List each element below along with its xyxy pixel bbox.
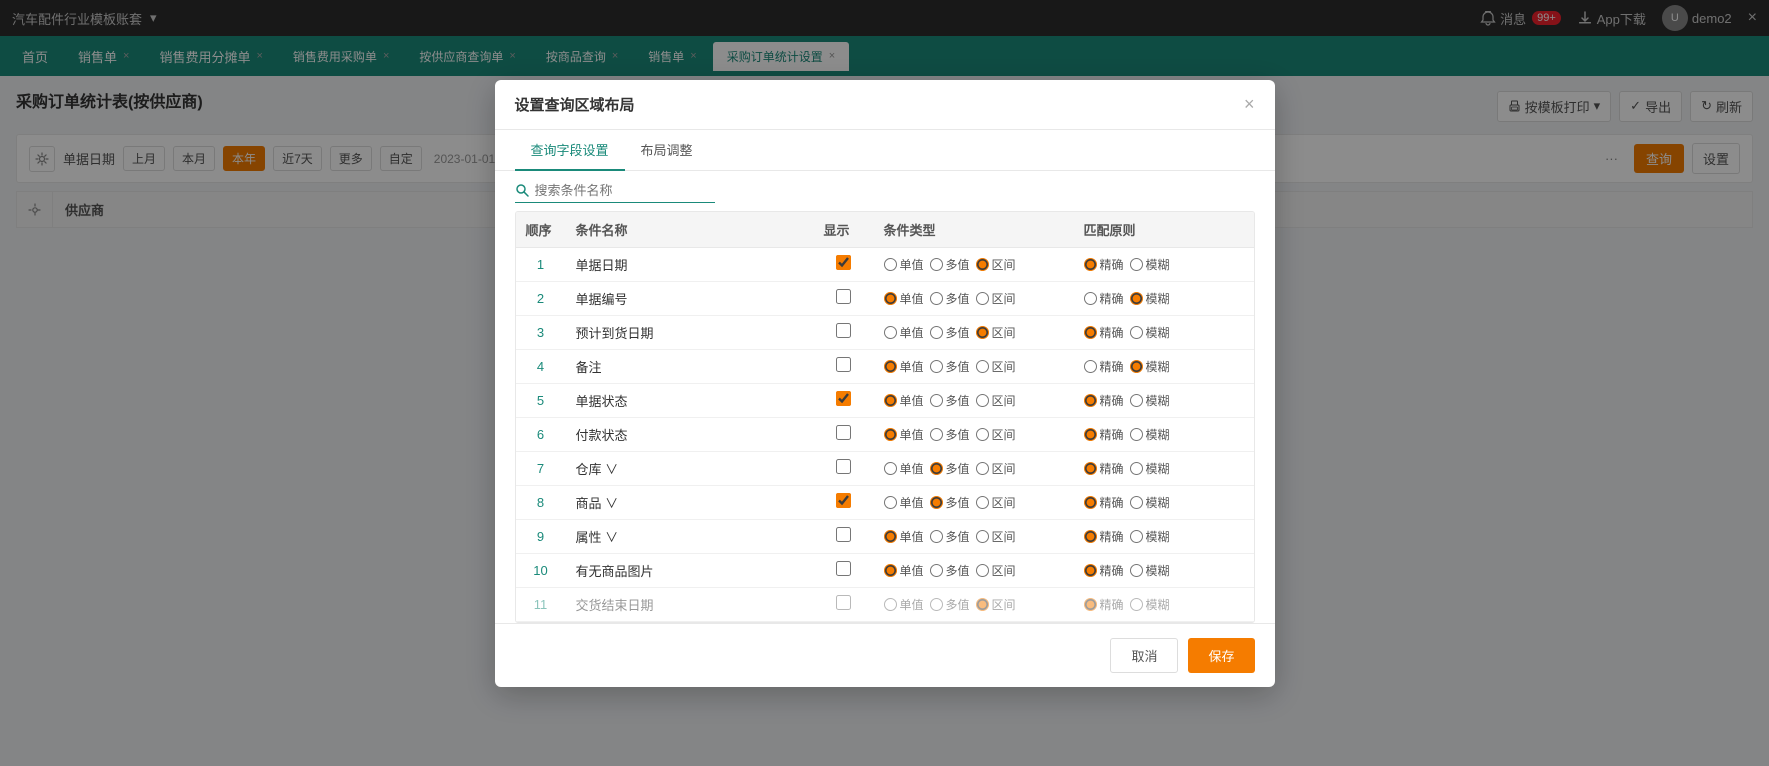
row-type-0: 单值多值区间	[874, 247, 1074, 281]
table-row: 2单据编号 单值多值区间精确模糊	[516, 281, 1254, 315]
row-match-0: 精确模糊	[1074, 247, 1254, 281]
row-show-9[interactable]	[814, 553, 874, 587]
row-name-9: 有无商品图片	[566, 553, 814, 587]
row-order-7: 8	[516, 485, 566, 519]
show-checkbox-7[interactable]	[836, 493, 851, 508]
modal-header: 设置查询区域布局 ×	[495, 80, 1275, 130]
modal-title: 设置查询区域布局	[515, 94, 635, 115]
table-row: 3预计到货日期 单值多值区间精确模糊	[516, 315, 1254, 349]
modal-tab-layout[interactable]: 布局调整	[625, 130, 709, 171]
row-name-0: 单据日期	[566, 247, 814, 281]
row-show-5[interactable]	[814, 417, 874, 451]
row-match-3: 精确模糊	[1074, 349, 1254, 383]
row-show-0[interactable]	[814, 247, 874, 281]
table-row: 4备注 单值多值区间精确模糊	[516, 349, 1254, 383]
table-row: 9属性 ∨ 单值多值区间精确模糊	[516, 519, 1254, 553]
show-checkbox-9[interactable]	[836, 561, 851, 576]
row-order-1: 2	[516, 281, 566, 315]
table-row: 8商品 ∨ 单值多值区间精确模糊	[516, 485, 1254, 519]
show-checkbox-0[interactable]	[836, 255, 851, 270]
row-name-2: 预计到货日期	[566, 315, 814, 349]
th-show: 显示	[814, 212, 874, 248]
th-type: 条件类型	[874, 212, 1074, 248]
modal-table: 顺序 条件名称 显示 条件类型 匹配原则 1单据日期单值多值区间精确模糊2单据编…	[515, 211, 1255, 623]
save-btn[interactable]: 保存	[1188, 638, 1254, 673]
show-checkbox-1[interactable]	[836, 289, 851, 304]
row-type-2: 单值多值区间	[874, 315, 1074, 349]
row-show-10[interactable]	[814, 587, 874, 621]
row-type-9: 单值多值区间	[874, 553, 1074, 587]
row-name-4: 单据状态	[566, 383, 814, 417]
row-match-4: 精确模糊	[1074, 383, 1254, 417]
show-checkbox-4[interactable]	[836, 391, 851, 406]
table-row: 10有无商品图片 单值多值区间精确模糊	[516, 553, 1254, 587]
row-type-3: 单值多值区间	[874, 349, 1074, 383]
modal-overlay: 设置查询区域布局 × 查询字段设置 布局调整	[0, 0, 1769, 766]
row-order-0: 1	[516, 247, 566, 281]
row-name-5: 付款状态	[566, 417, 814, 451]
row-type-7: 单值多值区间	[874, 485, 1074, 519]
row-show-6[interactable]	[814, 451, 874, 485]
table-row: 1单据日期 单值多值区间精确模糊	[516, 247, 1254, 281]
th-order: 顺序	[516, 212, 566, 248]
row-order-9: 10	[516, 553, 566, 587]
row-type-10: 单值多值区间	[874, 587, 1074, 621]
row-order-8: 9	[516, 519, 566, 553]
row-match-8: 精确模糊	[1074, 519, 1254, 553]
row-type-5: 单值多值区间	[874, 417, 1074, 451]
th-match: 匹配原则	[1074, 212, 1254, 248]
row-match-5: 精确模糊	[1074, 417, 1254, 451]
settings-modal: 设置查询区域布局 × 查询字段设置 布局调整	[495, 80, 1275, 687]
modal-close-btn[interactable]: ×	[1244, 94, 1255, 115]
show-checkbox-5[interactable]	[836, 425, 851, 440]
table-row: 11交货结束日期 单值多值区间精确模糊	[516, 587, 1254, 621]
search-icon	[515, 183, 529, 197]
modal-tabs: 查询字段设置 布局调整	[495, 130, 1275, 171]
table-row: 7仓库 ∨ 单值多值区间精确模糊	[516, 451, 1254, 485]
search-input[interactable]	[535, 183, 715, 198]
show-checkbox-10[interactable]	[836, 595, 851, 610]
search-box	[515, 183, 715, 203]
row-show-1[interactable]	[814, 281, 874, 315]
row-name-10: 交货结束日期	[566, 587, 814, 621]
row-name-8: 属性 ∨	[566, 519, 814, 553]
row-match-10: 精确模糊	[1074, 587, 1254, 621]
row-type-4: 单值多值区间	[874, 383, 1074, 417]
row-order-6: 7	[516, 451, 566, 485]
row-show-7[interactable]	[814, 485, 874, 519]
modal-tab-query[interactable]: 查询字段设置	[515, 130, 625, 171]
row-show-8[interactable]	[814, 519, 874, 553]
row-order-3: 4	[516, 349, 566, 383]
modal-search-area	[495, 171, 1275, 203]
table-row: 5单据状态 单值多值区间精确模糊	[516, 383, 1254, 417]
row-match-7: 精确模糊	[1074, 485, 1254, 519]
modal-footer: 取消 保存	[495, 623, 1275, 687]
row-match-9: 精确模糊	[1074, 553, 1254, 587]
row-show-3[interactable]	[814, 349, 874, 383]
row-type-8: 单值多值区间	[874, 519, 1074, 553]
show-checkbox-8[interactable]	[836, 527, 851, 542]
row-name-7: 商品 ∨	[566, 485, 814, 519]
cancel-btn[interactable]: 取消	[1110, 638, 1178, 673]
row-type-6: 单值多值区间	[874, 451, 1074, 485]
row-name-6: 仓库 ∨	[566, 451, 814, 485]
table-row: 6付款状态 单值多值区间精确模糊	[516, 417, 1254, 451]
row-order-2: 3	[516, 315, 566, 349]
row-match-1: 精确模糊	[1074, 281, 1254, 315]
row-order-5: 6	[516, 417, 566, 451]
row-order-10: 11	[516, 587, 566, 621]
show-checkbox-2[interactable]	[836, 323, 851, 338]
th-name: 条件名称	[566, 212, 814, 248]
row-name-3: 备注	[566, 349, 814, 383]
show-checkbox-3[interactable]	[836, 357, 851, 372]
row-match-6: 精确模糊	[1074, 451, 1254, 485]
row-order-4: 5	[516, 383, 566, 417]
row-show-2[interactable]	[814, 315, 874, 349]
row-type-1: 单值多值区间	[874, 281, 1074, 315]
show-checkbox-6[interactable]	[836, 459, 851, 474]
row-match-2: 精确模糊	[1074, 315, 1254, 349]
row-name-1: 单据编号	[566, 281, 814, 315]
row-show-4[interactable]	[814, 383, 874, 417]
